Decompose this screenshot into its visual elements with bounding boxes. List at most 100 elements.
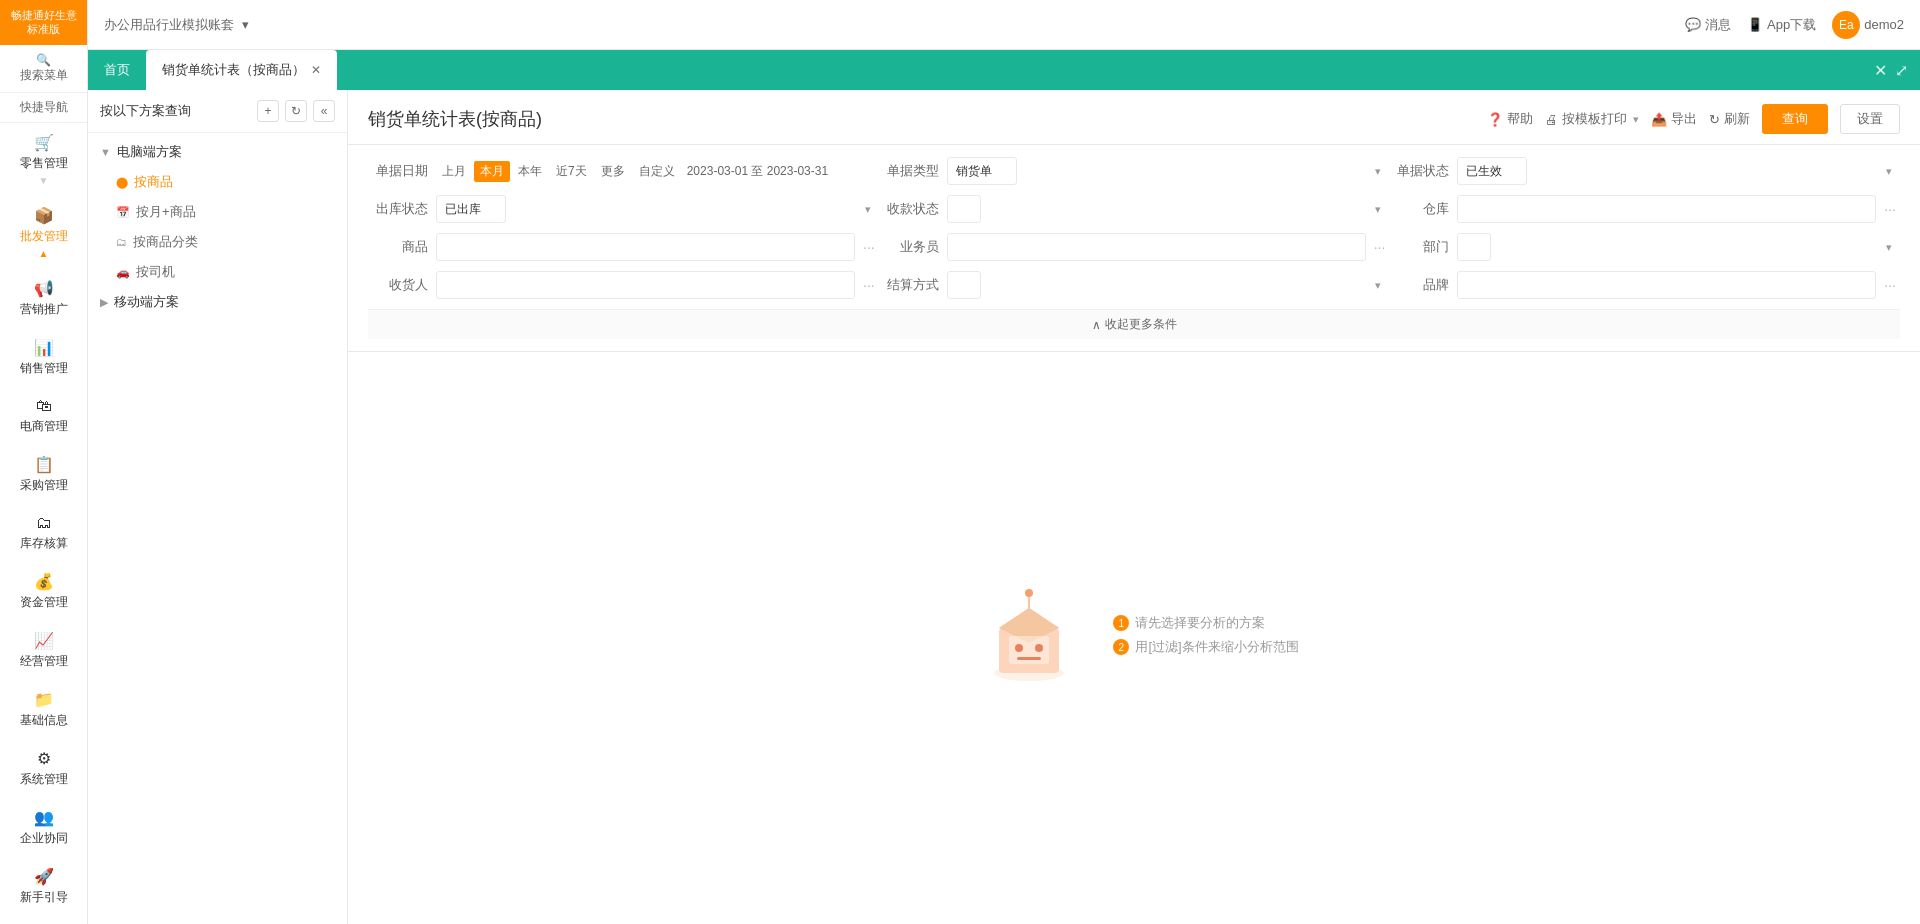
refresh-btn[interactable]: ↻ 刷新 [1709,110,1750,128]
print-btn[interactable]: 🖨 按模板打印 ▾ [1545,110,1639,128]
sidebar-item-operations[interactable]: 📈 经营管理 [0,621,87,680]
goods-ellipsis[interactable]: ··· [859,239,879,255]
out-status-select[interactable]: 已出库 [436,195,506,223]
tree-item-by-driver[interactable]: 🚗 按司机 [116,257,347,287]
sidebar-item-corp-label: 企业协同 [20,830,68,847]
sidebar-shortcut[interactable]: 快捷导航 [0,93,87,123]
tree-node-pc[interactable]: ▼ 电脑端方案 [88,137,347,167]
message-btn[interactable]: 💬 消息 [1685,16,1731,34]
salesman-label: 业务员 [879,238,939,256]
page-container: 按以下方案查询 + ↻ « ▼ 电脑端方案 ⬤ 按商品 [88,90,1920,924]
sidebar: 畅捷通好生意标准版 🔍 搜索菜单 快捷导航 🛒 零售管理 ▼ 📦 批发管理 ▲ … [0,0,88,924]
help-label: 帮助 [1507,110,1533,128]
tab-close-all-icon[interactable]: ✕ [1874,61,1887,80]
warehouse-ellipsis[interactable]: ··· [1880,201,1900,217]
payment-status-wrapper [947,195,1390,223]
app-logo[interactable]: 畅捷通好生意标准版 [0,0,87,45]
sidebar-item-wholesale[interactable]: 📦 批发管理 ▲ [0,196,87,269]
sidebar-item-purchase[interactable]: 📋 采购管理 [0,445,87,504]
brand-ellipsis[interactable]: ··· [1880,277,1900,293]
payment-status-select[interactable] [947,195,981,223]
message-label: 消息 [1705,16,1731,34]
sidebar-item-sales[interactable]: 📊 销售管理 [0,328,87,387]
page-title-bar: 销货单统计表(按商品) ❓ 帮助 🖨 按模板打印 ▾ 📤 导出 [348,90,1920,145]
sidebar-item-appstore[interactable]: 🔲 应用中心 [0,916,87,924]
app-download-btn[interactable]: 📱 App下载 [1747,16,1816,34]
tab-bar-controls: ✕ ⤢ [1874,61,1920,80]
date-tab-this-month[interactable]: 本月 [474,161,510,182]
date-tab-7days[interactable]: 近7天 [550,161,593,182]
settlement-wrapper [947,271,1390,299]
date-tab-custom[interactable]: 自定义 [633,161,681,182]
sidebar-item-inventory[interactable]: 🗂 库存核算 [0,504,87,562]
sidebar-item-marketing[interactable]: 📢 营销推广 [0,269,87,328]
export-icon: 📤 [1651,112,1667,127]
by-goods-icon: ⬤ [116,176,128,189]
empty-step-2: 2 用[过滤]条件来缩小分析范围 [1113,638,1298,656]
sidebar-item-ecommerce[interactable]: 🛍 电商管理 [0,387,87,445]
tab-expand-icon[interactable]: ⤢ [1895,61,1908,80]
sidebar-item-guide[interactable]: 🚀 新手引导 [0,857,87,916]
tab-sales-report-label: 销货单统计表（按商品） [162,61,305,79]
industry-label: 办公用品行业模拟账套 [104,16,234,34]
settlement-select[interactable] [947,271,981,299]
export-btn[interactable]: 📤 导出 [1651,110,1697,128]
brand-input[interactable] [1457,271,1876,299]
sidebar-item-purchase-label: 采购管理 [20,477,68,494]
doc-status-select[interactable]: 已生效 [1457,157,1527,185]
industry-selector[interactable]: 办公用品行业模拟账套 ▾ [104,16,249,34]
empty-step-1: 1 请先选择要分析的方案 [1113,614,1298,632]
tree-item-by-category[interactable]: 🗂 按商品分类 [116,227,347,257]
tab-sales-report[interactable]: 销货单统计表（按商品） ✕ [146,50,337,90]
tab-close-icon[interactable]: ✕ [311,63,321,77]
sidebar-item-system[interactable]: ⚙ 系统管理 [0,739,87,798]
user-name: demo2 [1864,17,1904,32]
goods-input[interactable] [436,233,855,261]
sidebar-item-retail[interactable]: 🛒 零售管理 ▼ [0,123,87,196]
user-profile[interactable]: Ea demo2 [1832,11,1904,39]
empty-illustration [969,578,1089,698]
receiver-ellipsis[interactable]: ··· [859,277,879,293]
tree-node-mobile[interactable]: ▶ 移动端方案 [88,287,347,317]
date-tab-last-month[interactable]: 上月 [436,161,472,182]
salesman-input[interactable] [947,233,1366,261]
brand-label: 品牌 [1389,276,1449,294]
add-scheme-btn[interactable]: + [257,100,279,122]
sidebar-search[interactable]: 🔍 搜索菜单 [0,45,87,93]
date-tab-more[interactable]: 更多 [595,161,631,182]
collapse-panel-btn[interactable]: « [313,100,335,122]
refresh-icon: ↻ [1709,112,1720,127]
refresh-scheme-btn[interactable]: ↻ [285,100,307,122]
doc-status-wrapper: 已生效 [1457,157,1900,185]
tree-item-by-month-goods[interactable]: 📅 按月+商品 [116,197,347,227]
warehouse-input[interactable] [1457,195,1876,223]
collapse-filter-btn[interactable]: ∧ 收起更多条件 [368,309,1900,339]
tab-home[interactable]: 首页 [88,50,146,90]
filter-goods: 商品 ··· [368,233,879,261]
top-header: 办公用品行业模拟账套 ▾ 💬 消息 📱 App下载 Ea demo2 [88,0,1920,50]
by-driver-label: 按司机 [136,263,175,281]
salesman-value: ··· [947,233,1390,261]
doc-type-select[interactable]: 销货单 [947,157,1017,185]
date-tab-this-year[interactable]: 本年 [512,161,548,182]
goods-value: ··· [436,233,879,261]
salesman-ellipsis[interactable]: ··· [1370,239,1390,255]
filter-settlement: 结算方式 [879,271,1390,299]
sidebar-item-finance[interactable]: 💰 资金管理 [0,562,87,621]
payment-status-label: 收款状态 [879,200,939,218]
filter-out-status: 出库状态 已出库 [368,195,879,223]
tree-item-by-goods[interactable]: ⬤ 按商品 [116,167,347,197]
settlement-label: 结算方式 [879,276,939,294]
sidebar-item-basic[interactable]: 📁 基础信息 [0,680,87,739]
sidebar-item-corp[interactable]: 👥 企业协同 [0,798,87,857]
receiver-value: ··· [436,271,879,299]
receiver-input[interactable] [436,271,855,299]
help-btn[interactable]: ❓ 帮助 [1487,110,1533,128]
department-select[interactable] [1457,233,1491,261]
filter-row-2: 出库状态 已出库 收款状态 [368,195,1900,223]
query-button[interactable]: 查询 [1762,104,1828,134]
left-panel-title: 按以下方案查询 [100,102,191,120]
date-range-text: 2023-03-01 至 2023-03-31 [687,163,828,180]
sidebar-item-system-label: 系统管理 [20,771,68,788]
settings-button[interactable]: 设置 [1840,104,1900,134]
